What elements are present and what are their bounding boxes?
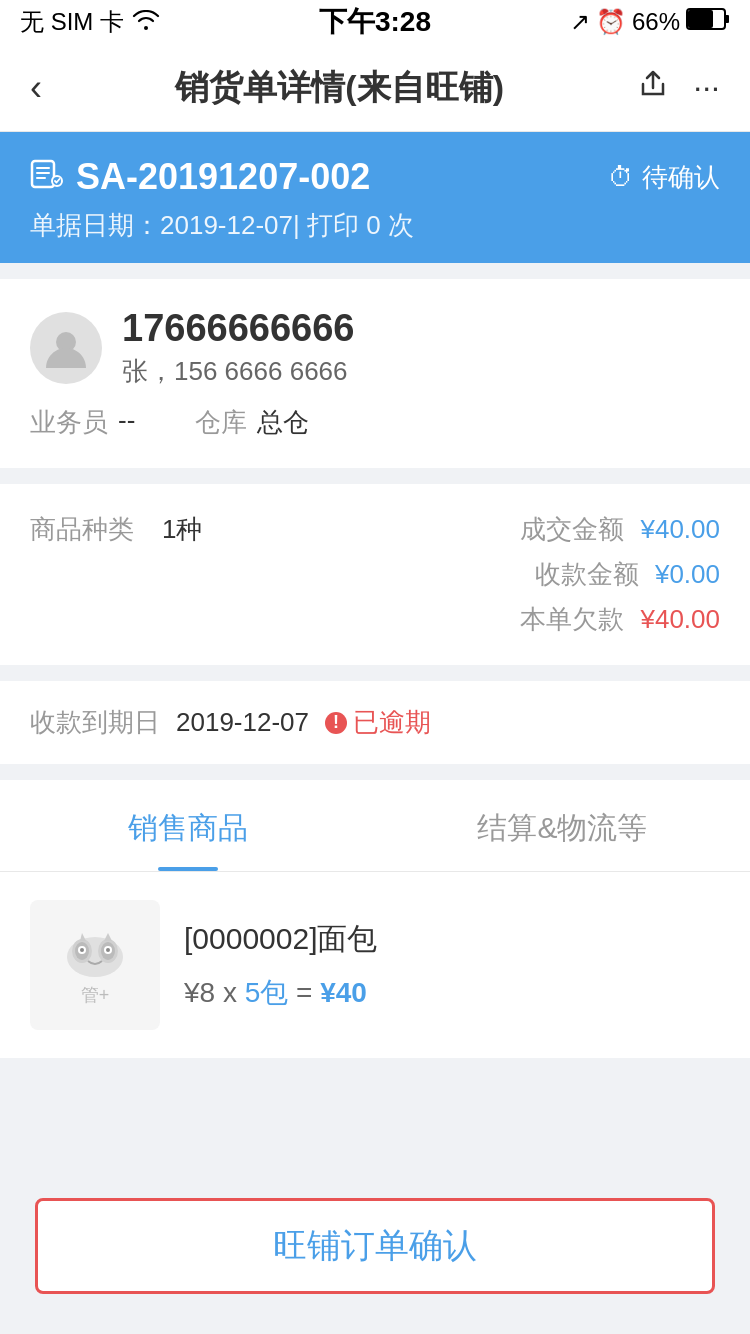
order-doc-icon <box>30 156 64 198</box>
price-text: ¥8 x <box>184 977 245 1008</box>
warehouse-meta: 仓库 总仓 <box>195 405 309 440</box>
stats-section: 商品种类 1种 成交金额 ¥40.00 收款金额 ¥0.00 本单欠款 ¥40.… <box>0 484 750 665</box>
location-icon: ↗ <box>570 8 590 36</box>
product-item: 管+ [0000002]面包 ¥8 x 5包 = ¥40 <box>0 872 750 1058</box>
order-id-row: SA-20191207-002 <box>30 156 370 198</box>
price-equals: = <box>288 977 320 1008</box>
avatar <box>30 312 102 384</box>
confirm-btn-wrapper: 旺铺订单确认 <box>0 1198 750 1294</box>
status-time: 下午3:28 <box>319 3 431 41</box>
clock-icon: ⏱ <box>608 162 634 193</box>
order-date: 单据日期：2019-12-07| 打印 0 次 <box>30 208 720 243</box>
price-qty: 5包 <box>245 977 289 1008</box>
tabs-section: 销售商品 结算&物流等 <box>0 780 750 1058</box>
svg-point-13 <box>80 948 84 952</box>
nav-bar: ‹ 销货单详情(来自旺铺) ··· <box>0 44 750 132</box>
due-label: 收款到期日 <box>30 705 160 740</box>
amount-row-1: 收款金额 ¥0.00 <box>535 557 720 592</box>
alarm-icon: ⏰ <box>596 8 626 36</box>
battery-text: 66% <box>632 8 680 36</box>
customer-phone: 17666666666 <box>122 307 354 350</box>
product-type: 商品种类 1种 <box>30 512 202 547</box>
product-name: [0000002]面包 <box>184 919 720 960</box>
overdue-text: 已逾期 <box>353 705 431 740</box>
status-right: ↗ ⏰ 66% <box>570 8 730 36</box>
product-price-row: ¥8 x 5包 = ¥40 <box>184 974 720 1012</box>
customer-name: 张，156 6666 6666 <box>122 354 354 389</box>
svg-rect-1 <box>725 15 729 23</box>
amount-value-1: ¥0.00 <box>655 559 720 590</box>
back-button[interactable]: ‹ <box>30 67 42 109</box>
order-status: ⏱ 待确认 <box>608 160 720 195</box>
status-text: 待确认 <box>642 160 720 195</box>
svg-point-14 <box>106 948 110 952</box>
amount-row-2: 本单欠款 ¥40.00 <box>520 602 720 637</box>
tab-settlement[interactable]: 结算&物流等 <box>375 780 750 871</box>
due-date-value: 2019-12-07 <box>176 707 309 738</box>
amount-value-0: ¥40.00 <box>640 514 720 545</box>
svg-rect-2 <box>688 10 713 28</box>
tabs-row: 销售商品 结算&物流等 <box>0 780 750 872</box>
product-info: [0000002]面包 ¥8 x 5包 = ¥40 <box>184 919 720 1012</box>
amount-value-2: ¥40.00 <box>640 604 720 635</box>
wifi-icon <box>132 8 160 36</box>
customer-section: 17666666666 张，156 6666 6666 业务员 -- 仓库 总仓 <box>0 279 750 468</box>
warehouse-value: 总仓 <box>257 405 309 440</box>
price-total: ¥40 <box>320 977 367 1008</box>
product-type-label: 商品种类 <box>30 512 134 547</box>
sales-value: -- <box>118 405 135 440</box>
product-thumbnail: 管+ <box>30 900 160 1030</box>
product-type-value: 1种 <box>162 512 202 547</box>
battery-icon <box>686 8 730 36</box>
confirm-order-button[interactable]: 旺铺订单确认 <box>35 1198 715 1294</box>
tab-sales-product[interactable]: 销售商品 <box>0 780 375 871</box>
overdue-badge: ! 已逾期 <box>325 705 431 740</box>
sales-label: 业务员 <box>30 405 108 440</box>
sales-meta: 业务员 -- <box>30 405 135 440</box>
customer-info: 17666666666 张，156 6666 6666 <box>122 307 354 389</box>
amount-row-0: 成交金额 ¥40.00 <box>520 512 720 547</box>
thumb-text: 管+ <box>81 983 110 1007</box>
page-title: 销货单详情(来自旺铺) <box>175 65 504 111</box>
due-section: 收款到期日 2019-12-07 ! 已逾期 <box>0 681 750 764</box>
amount-stats: 成交金额 ¥40.00 收款金额 ¥0.00 本单欠款 ¥40.00 <box>520 512 720 637</box>
overdue-dot-icon: ! <box>325 712 347 734</box>
more-icon[interactable]: ··· <box>693 69 720 106</box>
status-left: 无 SIM 卡 <box>20 6 160 38</box>
status-bar: 无 SIM 卡 下午3:28 ↗ ⏰ 66% <box>0 0 750 44</box>
order-header: SA-20191207-002 ⏱ 待确认 单据日期：2019-12-07| 打… <box>0 132 750 263</box>
share-icon[interactable] <box>637 68 669 108</box>
order-id-text: SA-20191207-002 <box>76 156 370 198</box>
warehouse-label: 仓库 <box>195 405 247 440</box>
carrier-text: 无 SIM 卡 <box>20 6 124 38</box>
nav-actions: ··· <box>637 68 720 108</box>
